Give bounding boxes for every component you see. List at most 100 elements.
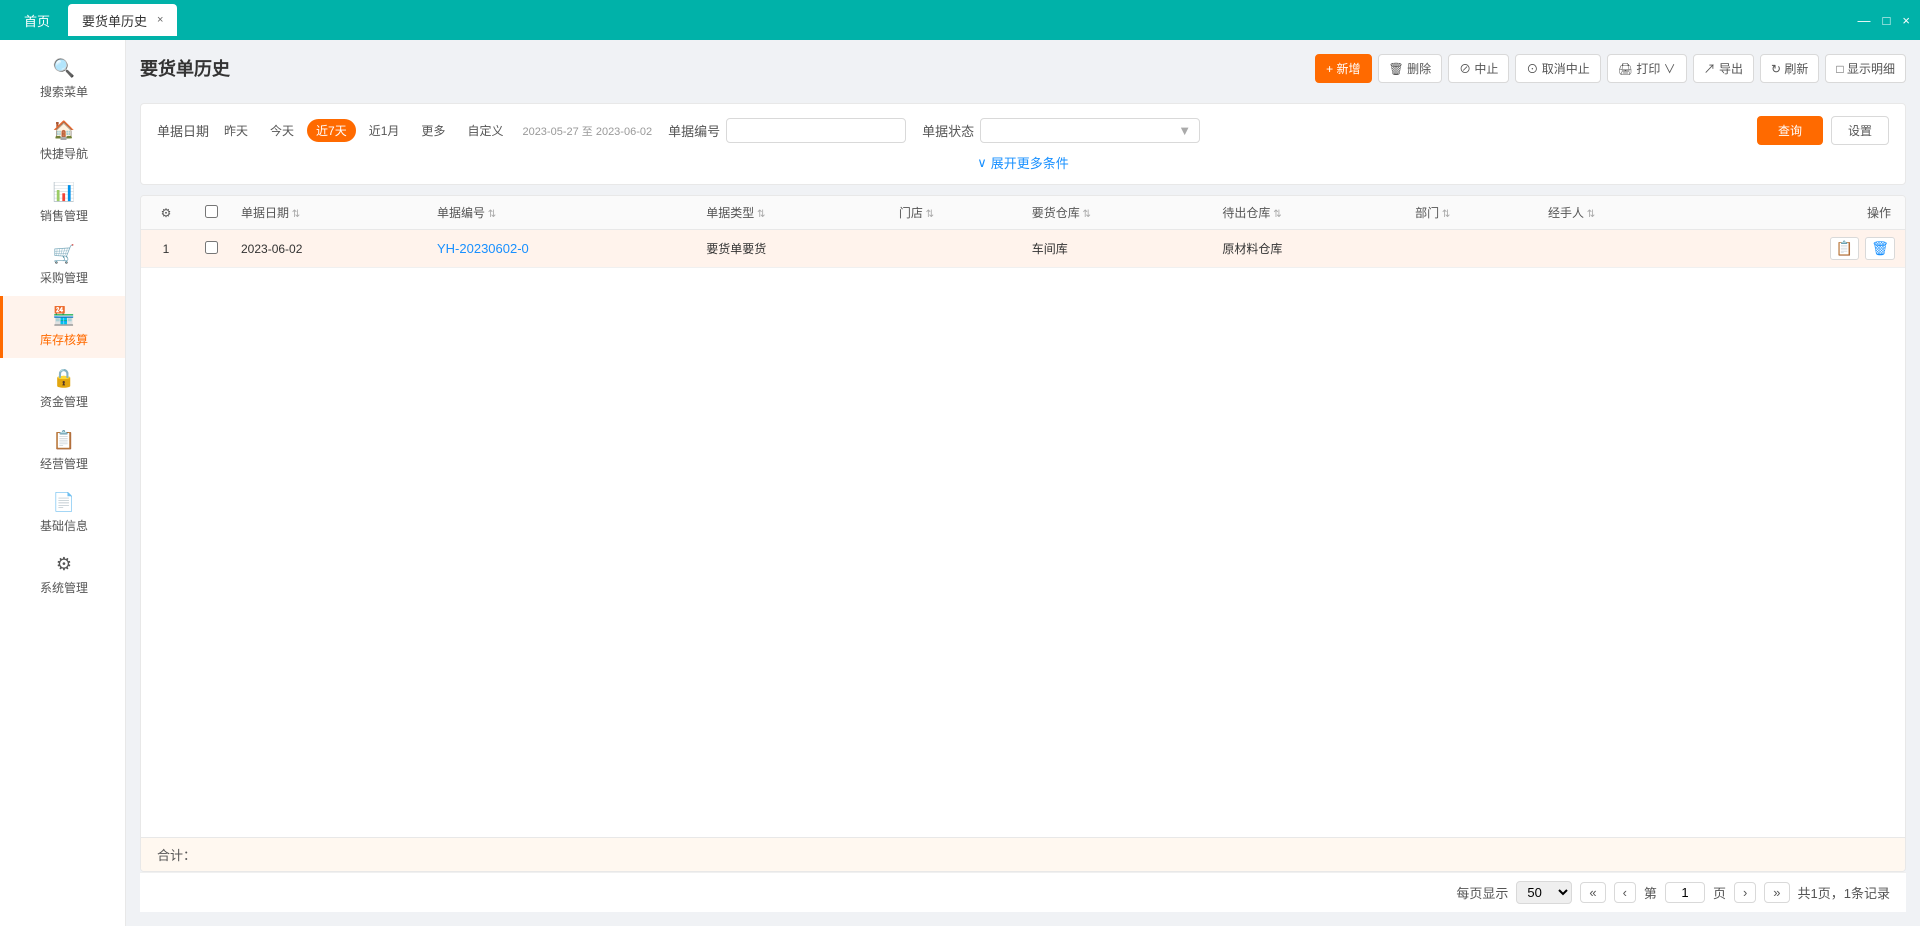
row-doc-no[interactable]: YH-20230602-0 — [427, 230, 696, 268]
tab-requisition-history[interactable]: 要货单历史 × — [68, 4, 177, 36]
window-close-icon[interactable]: × — [1902, 13, 1910, 28]
table-wrap: ⚙ 单据日期 单据编号 单据类型 门店 要货仓库 待出仓库 部门 经手人 操作 — [140, 195, 1906, 872]
page-size-select[interactable]: 50 100 200 — [1516, 881, 1572, 904]
filter-status: 单据状态 ▼ — [922, 118, 1200, 143]
sidebar-item-label: 库存核算 — [40, 331, 88, 348]
filter-area: 单据日期 昨天 今天 近7天 近1月 更多 自定义 2023-05-27 至 2… — [140, 103, 1906, 185]
row-doc-type: 要货单要货 — [696, 230, 889, 268]
sidebar-item-label: 系统管理 — [40, 579, 88, 596]
row-date: 2023-06-02 — [231, 230, 427, 268]
date-btn-7days[interactable]: 近7天 — [307, 119, 356, 142]
toolbar: + 新增 🗑 删除 ⊘ 中止 ⊙ 取消中止 🖨 打印 ∨ ↗ 导出 ↻ 刷新 □… — [1315, 54, 1906, 83]
close-tab-icon[interactable]: × — [157, 14, 163, 26]
settings-button[interactable]: 设置 — [1831, 116, 1889, 145]
total-bar: 合计： — [141, 837, 1905, 871]
window-minimize-icon[interactable]: — — [1858, 13, 1871, 28]
row-req-warehouse: 车间库 — [1022, 230, 1213, 268]
select-all-checkbox[interactable] — [205, 205, 218, 218]
page-number-input[interactable] — [1665, 882, 1705, 903]
date-btn-yesterday[interactable]: 昨天 — [215, 119, 257, 142]
filter-status-label: 单据状态 — [922, 121, 974, 140]
col-operation: 操作 — [1700, 196, 1905, 230]
tab-home[interactable]: 首页 — [10, 4, 64, 36]
col-store[interactable]: 门店 — [889, 196, 1022, 230]
sidebar-item-inventory-accounting[interactable]: 🏪 库存核算 — [0, 296, 125, 358]
row-operations: 📋 🗑 — [1700, 230, 1905, 268]
pagination-bar: 每页显示 50 100 200 « ‹ 第 页 › » 共1页，1条记录 — [140, 872, 1906, 912]
chevron-down-icon: ∨ — [977, 155, 987, 171]
filter-doc-number: 单据编号 — [668, 118, 906, 143]
export-button[interactable]: ↗ 导出 — [1693, 54, 1754, 83]
stop-button[interactable]: ⊘ 中止 — [1448, 54, 1509, 83]
print-button[interactable]: 🖨 打印 ∨ — [1607, 54, 1687, 83]
operation-mgmt-icon: 📋 — [53, 430, 75, 451]
delete-button[interactable]: 🗑 删除 — [1378, 54, 1443, 83]
sidebar-item-purchase-mgmt[interactable]: 🛒 采购管理 — [0, 234, 125, 296]
date-btn-more[interactable]: 更多 — [412, 119, 454, 142]
expand-more-conditions[interactable]: ∨ 展开更多条件 — [157, 153, 1889, 172]
sidebar-item-system-mgmt[interactable]: ⚙ 系统管理 — [0, 544, 125, 606]
sidebar-item-label: 资金管理 — [40, 393, 88, 410]
page-label: 第 — [1644, 883, 1657, 902]
row-pending-warehouse: 原材料仓库 — [1212, 230, 1405, 268]
cancel-stop-button[interactable]: ⊙ 取消中止 — [1515, 54, 1600, 83]
window-maximize-icon[interactable]: □ — [1883, 13, 1891, 28]
sidebar-item-finance-mgmt[interactable]: 🔒 资金管理 — [0, 358, 125, 420]
display-detail-button[interactable]: □ 显示明细 — [1825, 54, 1906, 83]
new-button[interactable]: + 新增 — [1315, 54, 1371, 83]
content-area: 要货单历史 + 新增 🗑 删除 ⊘ 中止 ⊙ 取消中止 🖨 打印 ∨ ↗ 导出 … — [126, 40, 1920, 926]
sidebar-item-label: 采购管理 — [40, 269, 88, 286]
sales-mgmt-icon: 📊 — [53, 182, 75, 203]
page-size-label: 每页显示 — [1456, 883, 1508, 902]
refresh-button[interactable]: ↻ 刷新 — [1760, 54, 1819, 83]
basic-info-icon: 📄 — [53, 492, 75, 513]
sidebar-item-basic-info[interactable]: 📄 基础信息 — [0, 482, 125, 544]
col-doc-no[interactable]: 单据编号 — [427, 196, 696, 230]
sidebar-item-label: 销售管理 — [40, 207, 88, 224]
page-title: 要货单历史 — [140, 55, 230, 81]
sidebar: 🔍 搜索菜单 🏠 快捷导航 📊 销售管理 🛒 采购管理 🏪 库存核算 🔒 资金管… — [0, 40, 126, 926]
filter-actions: 查询 设置 — [1757, 116, 1889, 145]
sidebar-item-label: 基础信息 — [40, 517, 88, 534]
date-range-text: 2023-05-27 至 2023-06-02 — [522, 123, 652, 139]
query-button[interactable]: 查询 — [1757, 116, 1823, 145]
col-department[interactable]: 部门 — [1405, 196, 1538, 230]
filter-doc-number-label: 单据编号 — [668, 121, 720, 140]
sidebar-item-quick-nav[interactable]: 🏠 快捷导航 — [0, 110, 125, 172]
system-mgmt-icon: ⚙ — [56, 554, 72, 575]
total-label: 合计： — [157, 848, 196, 863]
next-page-button[interactable]: › — [1734, 882, 1756, 903]
chevron-down-icon: ▼ — [1178, 123, 1191, 138]
sidebar-item-operation-mgmt[interactable]: 📋 经营管理 — [0, 420, 125, 482]
prev-group-button[interactable]: « — [1580, 882, 1605, 903]
date-btn-custom[interactable]: 自定义 — [458, 119, 512, 142]
sidebar-item-label: 经营管理 — [40, 455, 88, 472]
sidebar-item-sales-mgmt[interactable]: 📊 销售管理 — [0, 172, 125, 234]
next-group-button[interactable]: » — [1764, 882, 1789, 903]
row-edit-icon[interactable]: 📋 — [1830, 237, 1859, 260]
data-table: ⚙ 单据日期 单据编号 单据类型 门店 要货仓库 待出仓库 部门 经手人 操作 — [141, 196, 1905, 268]
row-delete-icon[interactable]: 🗑 — [1865, 237, 1895, 260]
finance-mgmt-icon: 🔒 — [53, 368, 75, 389]
col-date[interactable]: 单据日期 — [231, 196, 427, 230]
col-handler[interactable]: 经手人 — [1538, 196, 1700, 230]
col-doc-type[interactable]: 单据类型 — [696, 196, 889, 230]
row-store — [889, 230, 1022, 268]
row-checkbox[interactable] — [191, 230, 231, 268]
sidebar-item-search-menu[interactable]: 🔍 搜索菜单 — [0, 48, 125, 110]
col-checkbox — [191, 196, 231, 230]
filter-date-label: 单据日期 — [157, 121, 209, 140]
date-btn-today[interactable]: 今天 — [261, 119, 303, 142]
table-row: 1 2023-06-02 YH-20230602-0 要货单要货 车间库 原材料… — [141, 230, 1905, 268]
status-select[interactable]: ▼ — [980, 118, 1200, 143]
doc-number-input[interactable] — [726, 118, 906, 143]
date-btn-1month[interactable]: 近1月 — [360, 119, 409, 142]
col-req-warehouse[interactable]: 要货仓库 — [1022, 196, 1213, 230]
col-pending-warehouse[interactable]: 待出仓库 — [1212, 196, 1405, 230]
col-settings[interactable]: ⚙ — [141, 196, 191, 230]
row-index: 1 — [141, 230, 191, 268]
row-department — [1405, 230, 1538, 268]
total-info: 共1页，1条记录 — [1798, 883, 1890, 902]
sidebar-item-label: 快捷导航 — [40, 145, 88, 162]
prev-page-button[interactable]: ‹ — [1614, 882, 1636, 903]
